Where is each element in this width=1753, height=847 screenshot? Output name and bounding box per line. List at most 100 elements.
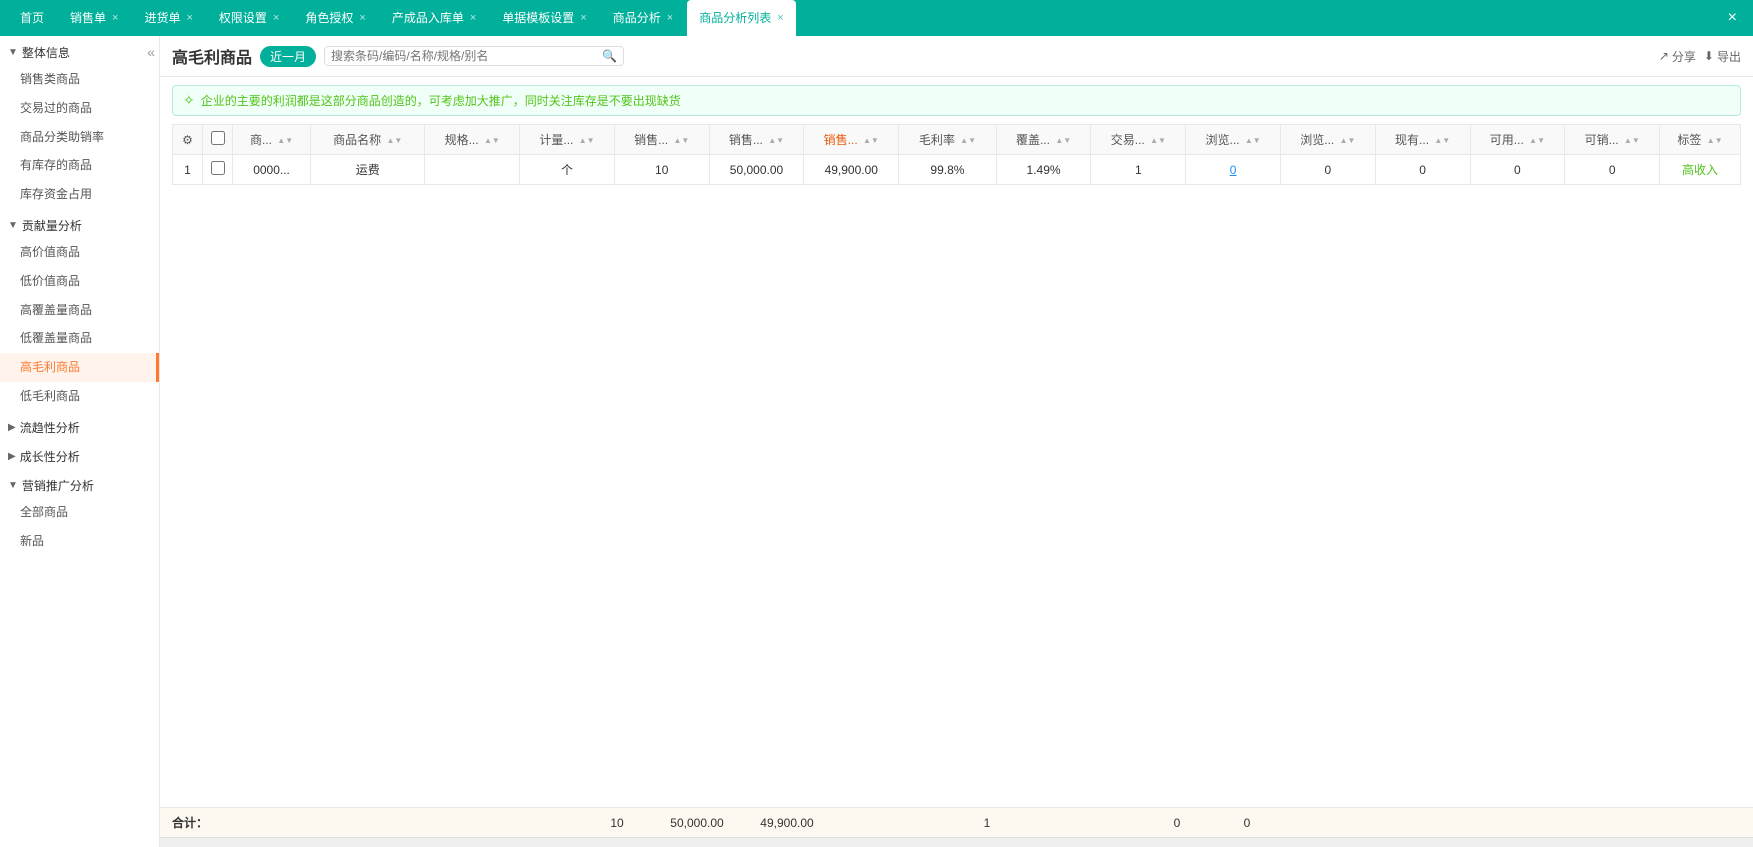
horizontal-scrollbar[interactable] — [160, 837, 1753, 847]
nav-permission-close[interactable]: × — [273, 0, 279, 36]
nav-permission[interactable]: 权限设置 × — [207, 0, 291, 36]
views1-link[interactable]: 0 — [1230, 163, 1237, 177]
row-checkbox[interactable] — [211, 161, 225, 175]
sidebar-item-new-goods[interactable]: 新品 — [0, 527, 159, 556]
nav-template-close[interactable]: × — [580, 0, 586, 36]
nav-home[interactable]: 首页 — [8, 0, 56, 36]
sidebar-item-high-margin[interactable]: 高毛利商品 — [0, 353, 159, 382]
sort-sales-qty[interactable]: ▲▼ — [673, 136, 689, 145]
col-name[interactable]: 商品名称 ▲▼ — [311, 125, 425, 155]
nav-template[interactable]: 单据模板设置 × — [490, 0, 598, 36]
col-checkbox[interactable] — [203, 125, 233, 155]
sidebar-item-low-value[interactable]: 低价值商品 — [0, 267, 159, 296]
col-settings[interactable]: ⚙ — [173, 125, 203, 155]
filter-recent-month-button[interactable]: 近一月 — [260, 46, 316, 67]
nav-role-close[interactable]: × — [359, 0, 365, 36]
sort-gross-margin[interactable]: ▲▼ — [960, 136, 976, 145]
sidebar-item-category-sales-rate[interactable]: 商品分类助销率 — [0, 123, 159, 152]
sidebar-item-all-goods[interactable]: 全部商品 — [0, 498, 159, 527]
col-code[interactable]: 商... ▲▼ — [233, 125, 311, 155]
sidebar-item-high-value[interactable]: 高价值商品 — [0, 238, 159, 267]
sort-code[interactable]: ▲▼ — [277, 136, 293, 145]
col-current-stock[interactable]: 现有... ▲▼ — [1375, 125, 1470, 155]
col-coverage[interactable]: 覆盖... ▲▼ — [996, 125, 1091, 155]
nav-sales-close[interactable]: × — [112, 0, 118, 36]
sort-current-stock[interactable]: ▲▼ — [1434, 136, 1450, 145]
cell-sales-qty: 10 — [614, 155, 709, 185]
table-container: ⚙ 商... ▲▼ 商品名称 ▲▼ — [160, 124, 1753, 807]
window-close-button[interactable]: × — [1720, 9, 1745, 27]
sort-sales-cost[interactable]: ▲▼ — [863, 136, 879, 145]
nav-product-analysis-list[interactable]: 商品分析列表 × — [687, 0, 795, 36]
sort-views2[interactable]: ▲▼ — [1340, 136, 1356, 145]
sort-sellable[interactable]: ▲▼ — [1624, 136, 1640, 145]
group-marketing-arrow: ▼ — [8, 480, 18, 491]
footer-sales-cost: 49,900.00 — [742, 816, 832, 830]
table-row: 1 0000... 运费 个 10 50,000.00 49,900.00 99… — [173, 155, 1741, 185]
search-icon[interactable]: 🔍 — [602, 49, 617, 63]
sidebar-group-growth[interactable]: ▶ 成长性分析 — [0, 440, 159, 469]
sidebar-item-low-margin[interactable]: 低毛利商品 — [0, 382, 159, 411]
col-transaction[interactable]: 交易... ▲▼ — [1091, 125, 1186, 155]
col-sellable[interactable]: 可销... ▲▼ — [1565, 125, 1660, 155]
sort-transaction[interactable]: ▲▼ — [1150, 136, 1166, 145]
sidebar-item-low-coverage[interactable]: 低覆盖量商品 — [0, 324, 159, 353]
sidebar-item-sales-goods[interactable]: 销售类商品 — [0, 65, 159, 94]
cell-sellable: 0 — [1565, 155, 1660, 185]
sidebar-item-traded-goods[interactable]: 交易过的商品 — [0, 94, 159, 123]
group-overall-arrow: ▼ — [8, 47, 18, 58]
col-spec[interactable]: 规格... ▲▼ — [425, 125, 520, 155]
nav-purchase[interactable]: 进货单 × — [132, 0, 204, 36]
share-button[interactable]: ↗ 分享 — [1659, 48, 1696, 65]
sort-name[interactable]: ▲▼ — [386, 136, 402, 145]
footer-available: 0 — [1212, 816, 1282, 830]
sort-unit[interactable]: ▲▼ — [579, 136, 595, 145]
tip-icon: ✧ — [183, 92, 195, 109]
search-box: 🔍 — [324, 46, 624, 66]
cell-gross-margin: 99.8% — [899, 155, 997, 185]
nav-product-instock[interactable]: 产成品入库单 × — [380, 0, 488, 36]
nav-product-analysis[interactable]: 商品分析 × — [601, 0, 685, 36]
sidebar-group-overall[interactable]: ▼ 整体信息 — [0, 36, 159, 65]
cell-current-stock: 0 — [1375, 155, 1470, 185]
col-sales-cost[interactable]: 销售... ▲▼ — [804, 125, 899, 155]
sidebar-item-in-stock-goods[interactable]: 有库存的商品 — [0, 151, 159, 180]
cell-views1[interactable]: 0 — [1186, 155, 1281, 185]
cell-coverage: 1.49% — [996, 155, 1091, 185]
sidebar-collapse-button[interactable]: « — [147, 44, 155, 60]
sort-sales-amount[interactable]: ▲▼ — [768, 136, 784, 145]
select-all-checkbox[interactable] — [211, 131, 225, 145]
nav-product-analysis-list-close[interactable]: × — [777, 0, 783, 36]
sidebar-item-high-coverage[interactable]: 高覆盖量商品 — [0, 296, 159, 325]
sort-tag[interactable]: ▲▼ — [1707, 136, 1723, 145]
nav-product-instock-close[interactable]: × — [470, 0, 476, 36]
sidebar-group-trend[interactable]: ▶ 流趋性分析 — [0, 411, 159, 440]
share-icon: ↗ — [1659, 49, 1669, 63]
nav-product-analysis-close[interactable]: × — [667, 0, 673, 36]
sort-coverage[interactable]: ▲▼ — [1055, 136, 1071, 145]
sort-spec[interactable]: ▲▼ — [484, 136, 500, 145]
search-input[interactable] — [331, 49, 598, 63]
cell-checkbox[interactable] — [203, 155, 233, 185]
sidebar-item-stock-capital[interactable]: 库存资金占用 — [0, 180, 159, 209]
col-sales-amount[interactable]: 销售... ▲▼ — [709, 125, 804, 155]
col-gross-margin[interactable]: 毛利率 ▲▼ — [899, 125, 997, 155]
sort-available[interactable]: ▲▼ — [1529, 136, 1545, 145]
nav-role[interactable]: 角色授权 × — [293, 0, 377, 36]
nav-sales[interactable]: 销售单 × — [58, 0, 130, 36]
nav-purchase-close[interactable]: × — [186, 0, 192, 36]
content-area: 高毛利商品 近一月 🔍 ↗ 分享 ⬇ 导出 ✧ 企业的主要的利润都是这部分商品创… — [160, 36, 1753, 847]
cell-unit: 个 — [520, 155, 615, 185]
sidebar-group-marketing[interactable]: ▼ 营销推广分析 — [0, 469, 159, 498]
col-available[interactable]: 可用... ▲▼ — [1470, 125, 1565, 155]
footer-current-stock: 0 — [1142, 816, 1212, 830]
export-button[interactable]: ⬇ 导出 — [1704, 48, 1741, 65]
col-views1[interactable]: 浏览... ▲▼ — [1186, 125, 1281, 155]
sort-views1[interactable]: ▲▼ — [1245, 136, 1261, 145]
sidebar-group-contribution[interactable]: ▼ 贡献量分析 — [0, 209, 159, 238]
col-views2[interactable]: 浏览... ▲▼ — [1280, 125, 1375, 155]
col-unit[interactable]: 计量... ▲▼ — [520, 125, 615, 155]
col-sales-qty[interactable]: 销售... ▲▼ — [614, 125, 709, 155]
col-tag[interactable]: 标签 ▲▼ — [1660, 125, 1741, 155]
settings-icon[interactable]: ⚙ — [182, 133, 193, 147]
